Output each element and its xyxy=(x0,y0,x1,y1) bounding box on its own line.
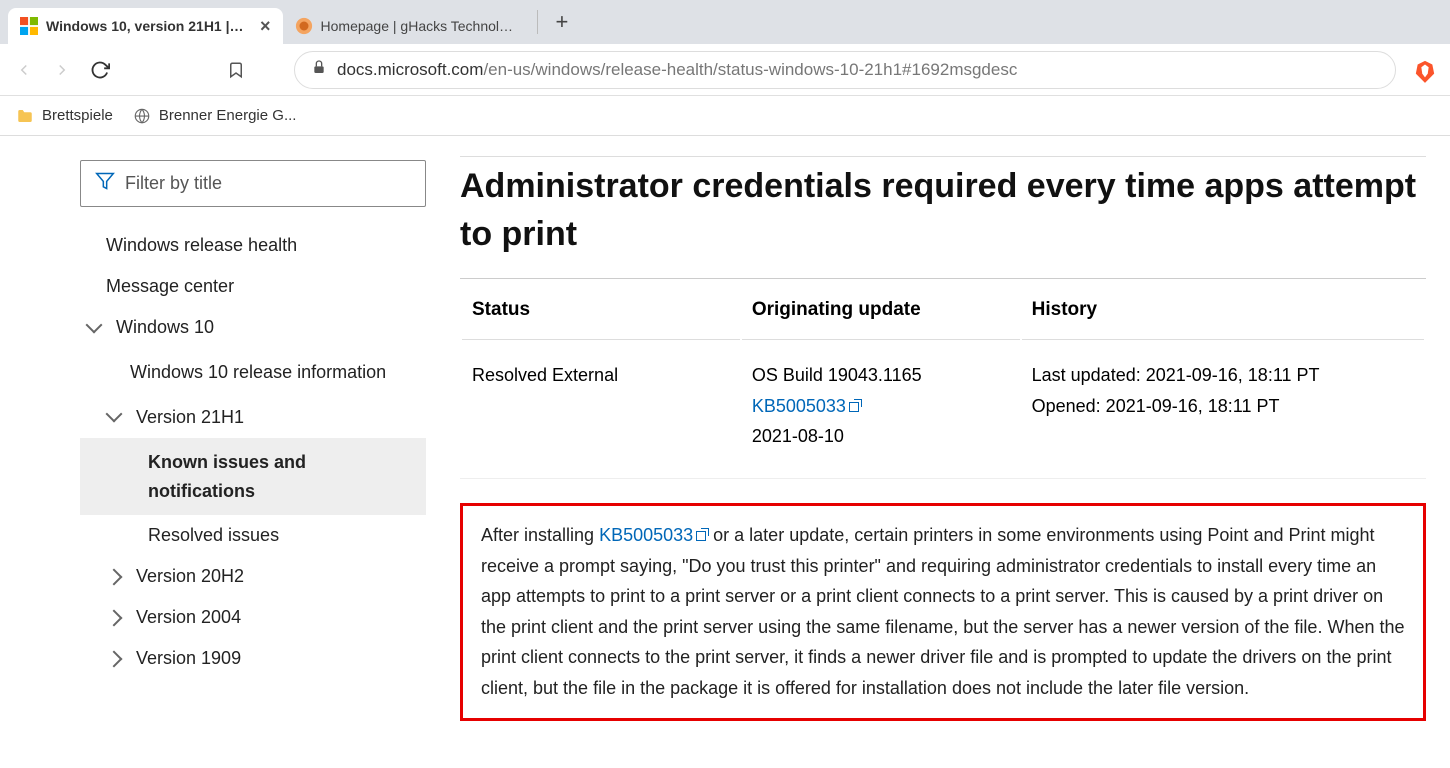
filter-placeholder: Filter by title xyxy=(125,173,222,194)
th-update: Originating update xyxy=(742,281,1020,340)
opened: Opened: 2021-09-16, 18:11 PT xyxy=(1032,391,1414,422)
toolbar: docs.microsoft.com/en-us/windows/release… xyxy=(0,44,1450,96)
new-tab-button[interactable]: + xyxy=(542,9,583,35)
reload-button[interactable] xyxy=(90,60,110,80)
nav-v1909[interactable]: Version 1909 xyxy=(80,638,426,679)
page-content: Filter by title Windows release health M… xyxy=(0,136,1450,768)
external-link-icon xyxy=(849,400,861,412)
main-content: Administrator credentials required every… xyxy=(440,136,1450,768)
back-button[interactable] xyxy=(14,60,34,80)
th-status: Status xyxy=(462,281,740,340)
filter-icon xyxy=(95,171,115,196)
bookmarks-bar: Brettspiele Brenner Energie G... xyxy=(0,96,1450,136)
nav-v20h2[interactable]: Version 20H2 xyxy=(80,556,426,597)
ghacks-favicon xyxy=(295,17,313,35)
last-updated: Last updated: 2021-09-16, 18:11 PT xyxy=(1032,360,1414,391)
address-bar[interactable]: docs.microsoft.com/en-us/windows/release… xyxy=(294,51,1396,89)
kb-link[interactable]: KB5005033 xyxy=(752,396,861,416)
tab-title: Windows 10, version 21H1 | Micros xyxy=(46,18,246,34)
close-icon[interactable]: × xyxy=(260,16,271,37)
bookmark-brenner[interactable]: Brenner Energie G... xyxy=(133,107,297,125)
status-value: Resolved External xyxy=(462,342,740,476)
desc-text-post: or a later update, certain printers in s… xyxy=(481,525,1405,698)
nav-known-issues[interactable]: Known issues and notifications xyxy=(80,438,426,516)
th-history: History xyxy=(1022,281,1424,340)
external-link-icon xyxy=(696,529,708,541)
url-text: docs.microsoft.com/en-us/windows/release… xyxy=(337,60,1017,80)
os-build: OS Build 19043.1165 xyxy=(752,360,1010,391)
globe-icon xyxy=(133,107,151,125)
tab-strip: Windows 10, version 21H1 | Micros × Home… xyxy=(0,0,1450,44)
status-table: Status Originating update History Resolv… xyxy=(460,278,1426,479)
kb-link-inline[interactable]: KB5005033 xyxy=(599,525,708,545)
table-row: Resolved External OS Build 19043.1165 KB… xyxy=(462,342,1424,476)
tab-title: Homepage | gHacks Technology News xyxy=(321,18,521,34)
history-cell: Last updated: 2021-09-16, 18:11 PT Opene… xyxy=(1022,342,1424,476)
tab-active[interactable]: Windows 10, version 21H1 | Micros × xyxy=(8,8,283,44)
nav-release-health[interactable]: Windows release health xyxy=(80,225,426,266)
update-cell: OS Build 19043.1165 KB5005033 2021-08-10 xyxy=(742,342,1020,476)
sidebar: Filter by title Windows release health M… xyxy=(0,136,440,768)
windows-favicon xyxy=(20,17,38,35)
nav-list: Windows release health Message center Wi… xyxy=(80,225,426,679)
folder-icon xyxy=(16,107,34,125)
nav-release-info[interactable]: Windows 10 release information xyxy=(80,348,426,397)
description-box: After installing KB5005033 or a later up… xyxy=(460,503,1426,721)
brave-icon[interactable] xyxy=(1414,59,1436,81)
filter-input[interactable]: Filter by title xyxy=(80,160,426,207)
browser-chrome: Windows 10, version 21H1 | Micros × Home… xyxy=(0,0,1450,136)
nav-v2004[interactable]: Version 2004 xyxy=(80,597,426,638)
page-title: Administrator credentials required every… xyxy=(460,156,1426,258)
lock-icon xyxy=(311,59,327,80)
nav-message-center[interactable]: Message center xyxy=(80,266,426,307)
kb-date: 2021-08-10 xyxy=(752,421,1010,452)
bookmark-brettspiele[interactable]: Brettspiele xyxy=(16,107,113,125)
tab-divider xyxy=(537,10,538,34)
desc-text-pre: After installing xyxy=(481,525,599,545)
forward-button[interactable] xyxy=(52,60,72,80)
nav-windows10[interactable]: Windows 10 xyxy=(80,307,426,348)
bookmark-button[interactable] xyxy=(226,60,246,80)
tab-inactive[interactable]: Homepage | gHacks Technology News xyxy=(283,8,533,44)
bookmark-label: Brenner Energie G... xyxy=(159,107,297,124)
nav-v21h1[interactable]: Version 21H1 xyxy=(80,397,426,438)
bookmark-label: Brettspiele xyxy=(42,107,113,124)
nav-resolved-issues[interactable]: Resolved issues xyxy=(80,515,426,556)
